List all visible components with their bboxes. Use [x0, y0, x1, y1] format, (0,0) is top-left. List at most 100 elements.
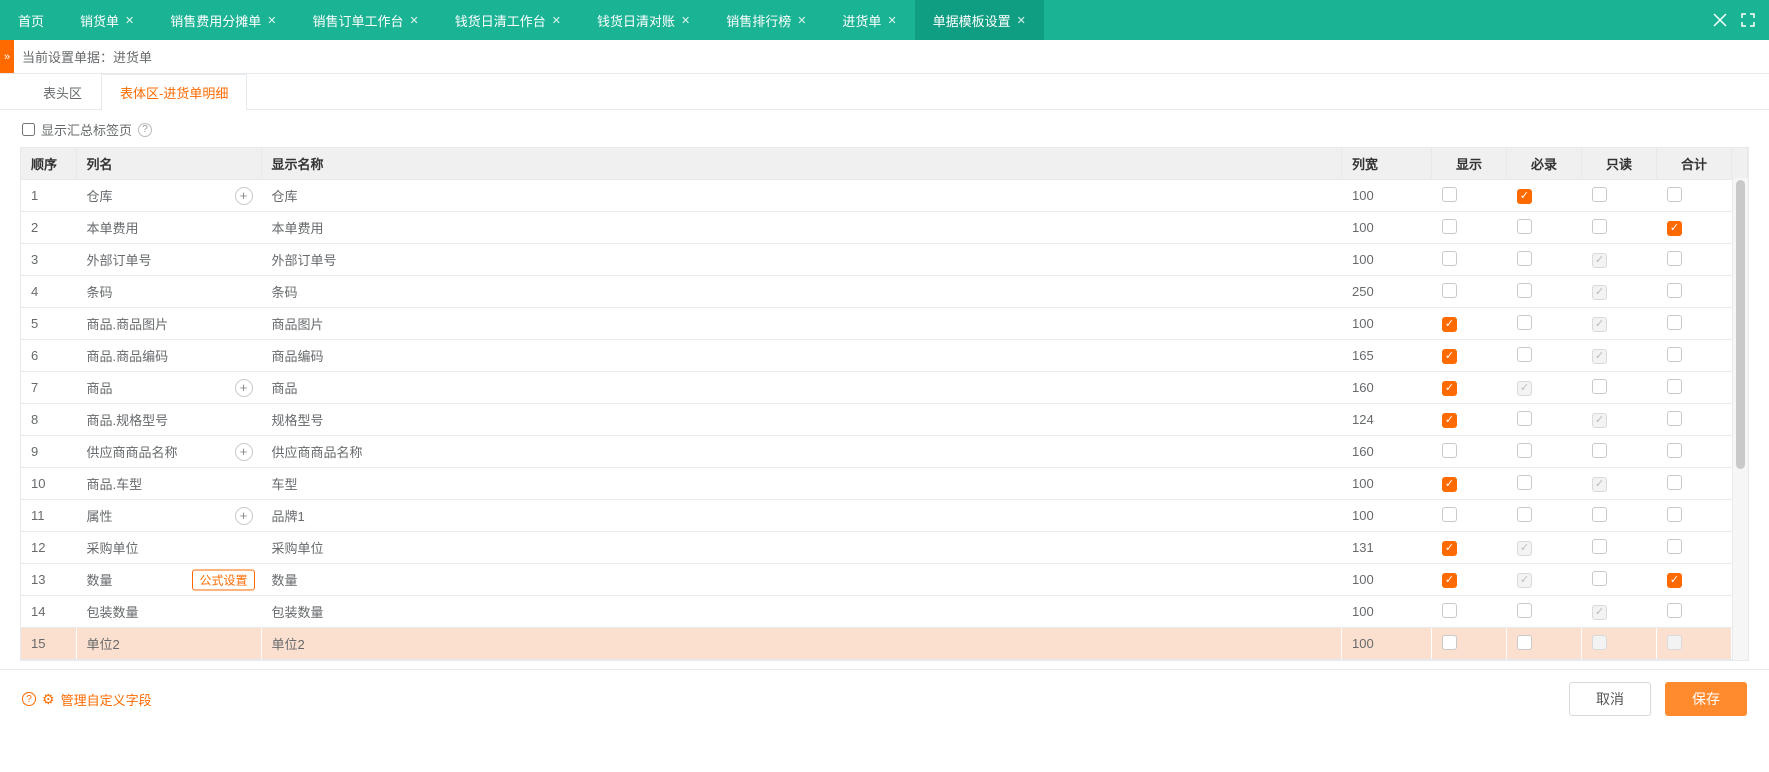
table-row[interactable]: 13数量公式设置数量100: [21, 564, 1748, 596]
table-row[interactable]: 7商品+商品160: [21, 372, 1748, 404]
checkbox[interactable]: [1592, 571, 1607, 586]
cancel-button[interactable]: 取消: [1569, 682, 1651, 716]
checkbox[interactable]: [1667, 475, 1682, 490]
help-icon[interactable]: ?: [138, 123, 152, 137]
close-icon[interactable]: ✕: [681, 14, 690, 27]
checkbox[interactable]: [1442, 283, 1457, 298]
checkbox[interactable]: [1592, 507, 1607, 522]
cell-width[interactable]: 100: [1342, 468, 1432, 500]
close-icon[interactable]: ✕: [410, 14, 419, 27]
top-tab[interactable]: 单据模板设置✕: [915, 0, 1044, 40]
table-row[interactable]: 9供应商商品名称+供应商商品名称160: [21, 436, 1748, 468]
checkbox[interactable]: [1517, 411, 1532, 426]
checkbox[interactable]: [1442, 349, 1457, 364]
top-tab[interactable]: 销售订单工作台✕: [294, 0, 436, 40]
cell-display-name[interactable]: 单位2: [261, 628, 1342, 660]
checkbox[interactable]: [1442, 507, 1457, 522]
close-icon[interactable]: ✕: [1017, 14, 1026, 27]
checkbox[interactable]: [1667, 443, 1682, 458]
checkbox[interactable]: [1517, 283, 1532, 298]
top-tab[interactable]: 钱货日清对账✕: [579, 0, 708, 40]
checkbox[interactable]: [1442, 603, 1457, 618]
checkbox[interactable]: [1517, 603, 1532, 618]
checkbox[interactable]: [1442, 477, 1457, 492]
manage-custom-fields-link[interactable]: ? ⚙ 管理自定义字段: [22, 690, 152, 709]
checkbox[interactable]: [1517, 315, 1532, 330]
cell-display-name[interactable]: 车型: [261, 468, 1342, 500]
cell-display-name[interactable]: 供应商商品名称: [261, 436, 1342, 468]
close-icon[interactable]: ✕: [887, 14, 896, 27]
checkbox[interactable]: [1667, 507, 1682, 522]
table-row[interactable]: 2本单费用本单费用100: [21, 212, 1748, 244]
table-row[interactable]: 3外部订单号外部订单号100: [21, 244, 1748, 276]
table-row[interactable]: 10商品.车型车型100: [21, 468, 1748, 500]
cell-display-name[interactable]: 数量: [261, 564, 1342, 596]
checkbox[interactable]: [1667, 411, 1682, 426]
cell-width[interactable]: 250: [1342, 276, 1432, 308]
cell-display-name[interactable]: 条码: [261, 276, 1342, 308]
table-row[interactable]: 12采购单位采购单位131: [21, 532, 1748, 564]
table-row[interactable]: 15单位2单位2100: [21, 628, 1748, 660]
checkbox[interactable]: [1667, 603, 1682, 618]
cell-display-name[interactable]: 仓库: [261, 180, 1342, 212]
checkbox[interactable]: [1442, 251, 1457, 266]
cell-display-name[interactable]: 采购单位: [261, 532, 1342, 564]
table-row[interactable]: 5商品.商品图片商品图片100: [21, 308, 1748, 340]
checkbox[interactable]: [1442, 219, 1457, 234]
sub-tab[interactable]: 表头区: [24, 74, 101, 110]
checkbox[interactable]: [1667, 379, 1682, 394]
table-row[interactable]: 14包装数量包装数量100: [21, 596, 1748, 628]
checkbox[interactable]: [1517, 251, 1532, 266]
top-tab[interactable]: 进货单✕: [824, 0, 914, 40]
close-icon[interactable]: ✕: [552, 14, 561, 27]
checkbox[interactable]: [1442, 317, 1457, 332]
checkbox[interactable]: [1442, 573, 1457, 588]
checkbox[interactable]: [1517, 635, 1532, 650]
table-row[interactable]: 8商品.规格型号规格型号124: [21, 404, 1748, 436]
cell-width[interactable]: 100: [1342, 628, 1432, 660]
table-row[interactable]: 4条码条码250: [21, 276, 1748, 308]
cell-display-name[interactable]: 外部订单号: [261, 244, 1342, 276]
table-row[interactable]: 1仓库+仓库100: [21, 180, 1748, 212]
cell-display-name[interactable]: 规格型号: [261, 404, 1342, 436]
top-tab[interactable]: 销货单✕: [62, 0, 152, 40]
cell-display-name[interactable]: 包装数量: [261, 596, 1342, 628]
cell-display-name[interactable]: 商品编码: [261, 340, 1342, 372]
top-tab[interactable]: 销售费用分摊单✕: [152, 0, 294, 40]
cell-width[interactable]: 160: [1342, 372, 1432, 404]
breadcrumb-handle-icon[interactable]: »: [0, 40, 14, 73]
checkbox[interactable]: [1442, 413, 1457, 428]
checkbox[interactable]: [1667, 347, 1682, 362]
formula-button[interactable]: 公式设置: [192, 569, 254, 590]
checkbox[interactable]: [1442, 541, 1457, 556]
fullscreen-icon[interactable]: [1741, 13, 1755, 27]
checkbox[interactable]: [1517, 507, 1532, 522]
checkbox[interactable]: [1442, 187, 1457, 202]
checkbox[interactable]: [1592, 187, 1607, 202]
checkbox[interactable]: [1592, 443, 1607, 458]
checkbox[interactable]: [1667, 283, 1682, 298]
cell-width[interactable]: 100: [1342, 244, 1432, 276]
save-button[interactable]: 保存: [1665, 682, 1747, 716]
cell-display-name[interactable]: 商品图片: [261, 308, 1342, 340]
cell-width[interactable]: 165: [1342, 340, 1432, 372]
vertical-scrollbar[interactable]: [1732, 178, 1748, 660]
top-tab[interactable]: 销售排行榜✕: [708, 0, 824, 40]
help-icon[interactable]: ?: [22, 692, 36, 706]
cell-display-name[interactable]: 商品: [261, 372, 1342, 404]
checkbox[interactable]: [1442, 443, 1457, 458]
cell-width[interactable]: 100: [1342, 308, 1432, 340]
checkbox[interactable]: [1667, 315, 1682, 330]
checkbox[interactable]: [1517, 475, 1532, 490]
add-icon[interactable]: +: [235, 443, 253, 461]
checkbox[interactable]: [1592, 379, 1607, 394]
add-icon[interactable]: +: [235, 507, 253, 525]
checkbox[interactable]: [1517, 189, 1532, 204]
summary-checkbox[interactable]: [22, 123, 35, 136]
cell-display-name[interactable]: 本单费用: [261, 212, 1342, 244]
table-row[interactable]: 11属性+品牌1100: [21, 500, 1748, 532]
checkbox[interactable]: [1517, 347, 1532, 362]
table-row[interactable]: 6商品.商品编码商品编码165: [21, 340, 1748, 372]
close-icon[interactable]: ✕: [267, 14, 276, 27]
cell-width[interactable]: 100: [1342, 596, 1432, 628]
